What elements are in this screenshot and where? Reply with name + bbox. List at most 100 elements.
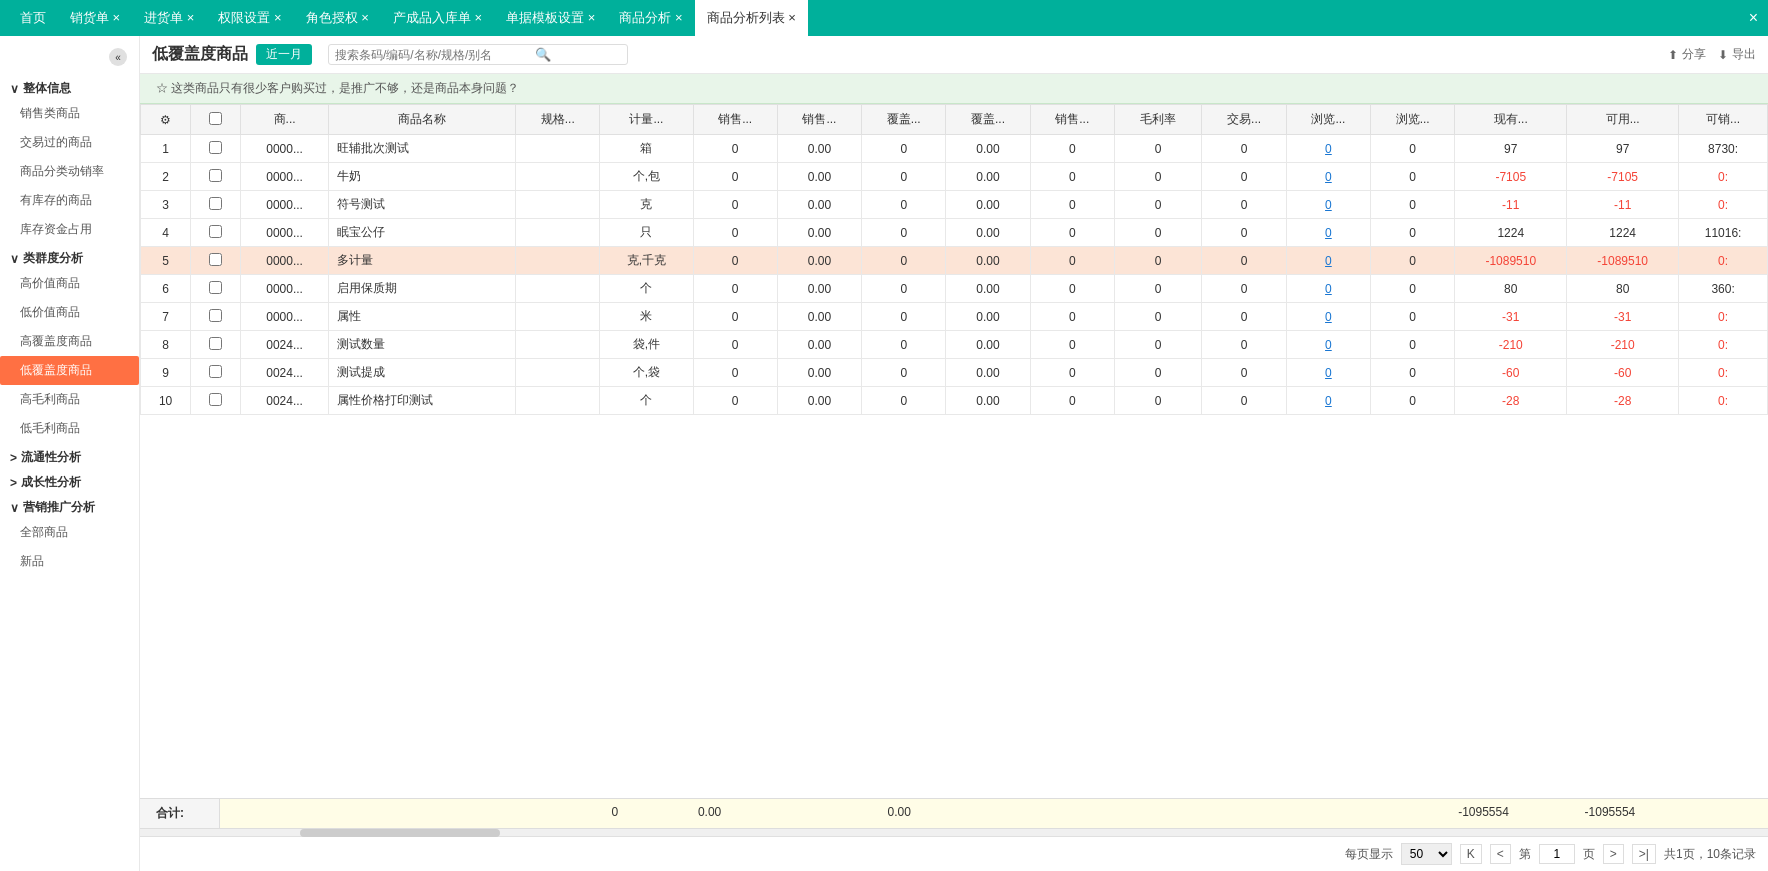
table-row: 5 0000... 多计量 克,千克 0 0.00 0 0.00 0 0 0 0…: [141, 247, 1768, 275]
period-button[interactable]: 近一月: [256, 44, 312, 65]
sidebar-item-stock-capital[interactable]: 库存资金占用: [0, 215, 139, 244]
row-browse1[interactable]: 0: [1286, 275, 1370, 303]
row-checkbox[interactable]: [191, 303, 241, 331]
row-current: -60: [1455, 359, 1567, 387]
row-browse1[interactable]: 0: [1286, 331, 1370, 359]
sidebar-item-low-margin[interactable]: 低毛利商品: [0, 414, 139, 443]
export-button[interactable]: ⬇ 导出: [1718, 46, 1756, 63]
col-trans-header[interactable]: 交易...: [1202, 105, 1286, 135]
col-current-header[interactable]: 现有...: [1455, 105, 1567, 135]
sidebar-item-high-coverage[interactable]: 高覆盖度商品: [0, 327, 139, 356]
sidebar-item-in-stock[interactable]: 有库存的商品: [0, 186, 139, 215]
row-browse1[interactable]: 0: [1286, 247, 1370, 275]
sidebar-section-category-analysis[interactable]: ∨ 类群度分析: [0, 244, 139, 269]
col-sellable-header[interactable]: 可销...: [1679, 105, 1768, 135]
row-browse1[interactable]: 0: [1286, 135, 1370, 163]
row-select-checkbox[interactable]: [209, 337, 222, 350]
row-select-checkbox[interactable]: [209, 141, 222, 154]
sidebar-collapse-btn[interactable]: «: [109, 48, 127, 66]
row-sellable: 0:: [1679, 387, 1768, 415]
col-browse1-header[interactable]: 浏览...: [1286, 105, 1370, 135]
table-container[interactable]: ⚙ 商... 商品名称 规格... 计量... 销售... 销售... 覆盖..…: [140, 104, 1768, 798]
col-gross-rate-header[interactable]: 毛利率: [1114, 105, 1202, 135]
col-code-header[interactable]: 商...: [240, 105, 329, 135]
row-gross-rate: 0: [1114, 163, 1202, 191]
row-checkbox[interactable]: [191, 135, 241, 163]
row-select-checkbox[interactable]: [209, 197, 222, 210]
row-select-checkbox[interactable]: [209, 281, 222, 294]
nav-analysis[interactable]: 商品分析 ×: [607, 0, 694, 36]
row-sales-x: 0: [1030, 359, 1114, 387]
sidebar-section-growth[interactable]: > 成长性分析: [0, 468, 139, 493]
sidebar-item-low-value[interactable]: 低价值商品: [0, 298, 139, 327]
row-checkbox[interactable]: [191, 191, 241, 219]
row-checkbox[interactable]: [191, 331, 241, 359]
col-browse2-header[interactable]: 浏览...: [1371, 105, 1455, 135]
row-checkbox[interactable]: [191, 275, 241, 303]
row-sales-qty: 0: [693, 331, 777, 359]
sidebar-item-new-products[interactable]: 新品: [0, 547, 139, 576]
nav-analysis-list[interactable]: 商品分析列表 ×: [695, 0, 808, 36]
sidebar-item-all-products[interactable]: 全部商品: [0, 518, 139, 547]
sidebar-item-sales-products[interactable]: 销售类商品: [0, 99, 139, 128]
col-cover1-header[interactable]: 覆盖...: [862, 105, 946, 135]
row-available: -60: [1567, 359, 1679, 387]
search-input[interactable]: [335, 48, 535, 62]
page-number-input[interactable]: 1: [1539, 844, 1575, 864]
sidebar-section-overall[interactable]: ∨ 整体信息: [0, 74, 139, 99]
row-browse1[interactable]: 0: [1286, 163, 1370, 191]
row-browse1[interactable]: 0: [1286, 219, 1370, 247]
row-checkbox[interactable]: [191, 163, 241, 191]
nav-home[interactable]: 首页: [8, 0, 58, 36]
sidebar-item-high-value[interactable]: 高价值商品: [0, 269, 139, 298]
col-spec-header[interactable]: 规格...: [516, 105, 600, 135]
col-settings[interactable]: ⚙: [141, 105, 191, 135]
sidebar-section-marketing[interactable]: ∨ 营销推广分析: [0, 493, 139, 518]
row-checkbox[interactable]: [191, 387, 241, 415]
row-no: 10: [141, 387, 191, 415]
prev-page-btn[interactable]: <: [1490, 844, 1511, 864]
col-sales-qty-header[interactable]: 销售...: [693, 105, 777, 135]
nav-products[interactable]: 产成品入库单 ×: [381, 0, 494, 36]
close-icon[interactable]: ×: [1749, 9, 1758, 27]
select-all-checkbox[interactable]: [209, 112, 222, 125]
row-browse1[interactable]: 0: [1286, 359, 1370, 387]
col-sales-amt-header[interactable]: 销售...: [777, 105, 861, 135]
row-select-checkbox[interactable]: [209, 365, 222, 378]
per-page-select[interactable]: 50 20 100 200: [1401, 843, 1452, 865]
row-browse1[interactable]: 0: [1286, 387, 1370, 415]
row-unit: 个,袋: [600, 359, 693, 387]
row-checkbox[interactable]: [191, 247, 241, 275]
nav-permissions[interactable]: 权限设置 ×: [206, 0, 293, 36]
row-browse1[interactable]: 0: [1286, 303, 1370, 331]
last-page-btn[interactable]: >|: [1632, 844, 1656, 864]
col-cover2-header[interactable]: 覆盖...: [946, 105, 1030, 135]
row-checkbox[interactable]: [191, 359, 241, 387]
row-select-checkbox[interactable]: [209, 393, 222, 406]
sidebar-item-high-margin[interactable]: 高毛利商品: [0, 385, 139, 414]
nav-roles[interactable]: 角色授权 ×: [294, 0, 381, 36]
nav-purchase[interactable]: 进货单 ×: [132, 0, 206, 36]
row-sales-qty: 0: [693, 359, 777, 387]
row-select-checkbox[interactable]: [209, 169, 222, 182]
nav-templates[interactable]: 单据模板设置 ×: [494, 0, 607, 36]
row-select-checkbox[interactable]: [209, 225, 222, 238]
row-select-checkbox[interactable]: [209, 253, 222, 266]
row-cover2: 0.00: [946, 303, 1030, 331]
row-code: 0000...: [240, 247, 329, 275]
row-browse1[interactable]: 0: [1286, 191, 1370, 219]
sidebar-item-traded-products[interactable]: 交易过的商品: [0, 128, 139, 157]
first-page-btn[interactable]: K: [1460, 844, 1482, 864]
row-select-checkbox[interactable]: [209, 309, 222, 322]
row-checkbox[interactable]: [191, 219, 241, 247]
share-button[interactable]: ⬆ 分享: [1668, 46, 1706, 63]
col-sales-x-header[interactable]: 销售...: [1030, 105, 1114, 135]
next-page-btn[interactable]: >: [1603, 844, 1624, 864]
sidebar-item-low-coverage[interactable]: 低覆盖度商品: [0, 356, 139, 385]
col-available-header[interactable]: 可用...: [1567, 105, 1679, 135]
sidebar-item-category-rate[interactable]: 商品分类动销率: [0, 157, 139, 186]
col-name-header[interactable]: 商品名称: [329, 105, 516, 135]
col-unit-header[interactable]: 计量...: [600, 105, 693, 135]
sidebar-section-liquidity[interactable]: > 流通性分析: [0, 443, 139, 468]
nav-sales[interactable]: 销货单 ×: [58, 0, 132, 36]
